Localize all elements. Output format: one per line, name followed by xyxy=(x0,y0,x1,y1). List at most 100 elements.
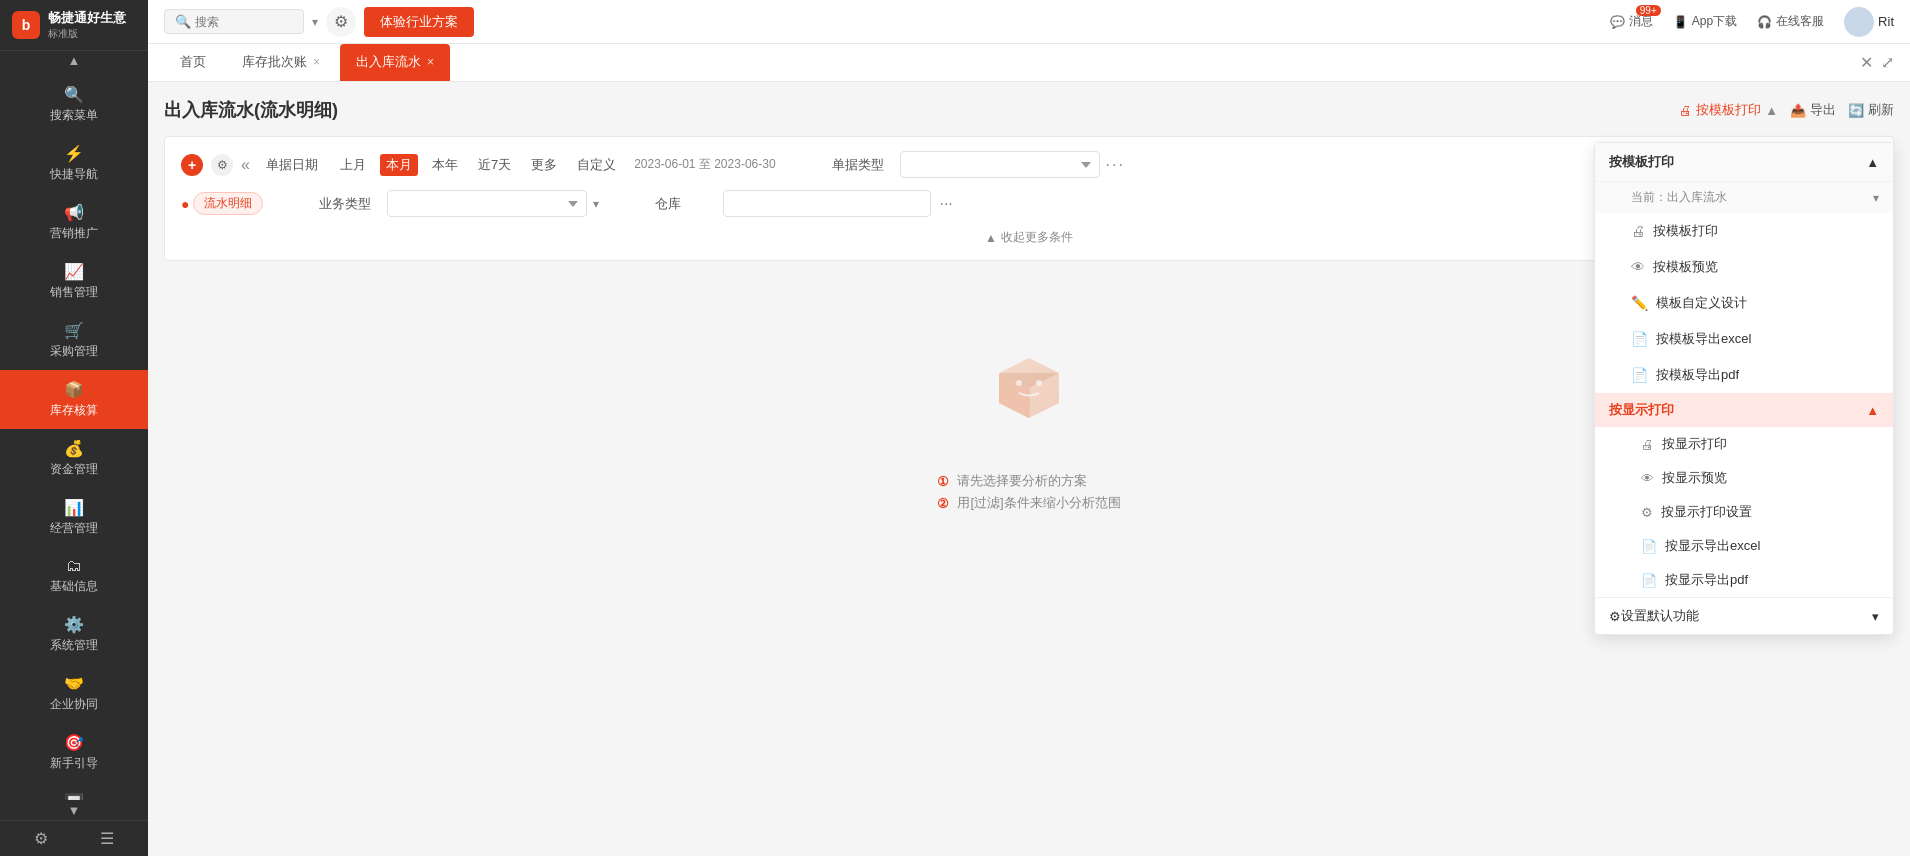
date-custom[interactable]: 自定义 xyxy=(571,154,622,176)
dropdown-item-export-excel-template[interactable]: 📄 按模板导出excel xyxy=(1595,321,1893,357)
sidebar-item-sales[interactable]: 📈 销售管理 xyxy=(0,252,148,311)
svg-point-4 xyxy=(1016,380,1022,386)
dropdown-item-preview[interactable]: 👁 按模板预览 xyxy=(1595,249,1893,285)
search-icon: 🔍 xyxy=(175,14,191,29)
sidebar-item-guide[interactable]: 🎯 新手引导 xyxy=(0,723,148,782)
sidebar-logo: b 畅捷通好生意 标准版 xyxy=(0,0,148,51)
dropdown-display-preview[interactable]: 👁 按显示预览 xyxy=(1595,461,1893,495)
sidebar-item-purchase[interactable]: 🛒 采购管理 xyxy=(0,311,148,370)
tabs-bar: 首页 库存批次账 × 出入库流水 × ✕ ⤢ xyxy=(148,44,1910,82)
filter-collapse-btn[interactable]: « xyxy=(241,156,250,174)
search-input[interactable] xyxy=(195,15,295,29)
dropdown-item-print[interactable]: 🖨 按模板打印 xyxy=(1595,213,1893,249)
quick-nav-icon: ⚡ xyxy=(64,144,84,163)
inventory-icon: 📦 xyxy=(64,380,84,399)
user-avatar-btn[interactable]: Rit xyxy=(1844,7,1894,37)
sidebar-item-operations[interactable]: 📊 经营管理 xyxy=(0,488,148,547)
avatar xyxy=(1844,7,1874,37)
sidebar-item-quick-nav[interactable]: ⚡ 快捷导航 xyxy=(0,134,148,193)
export-icon: 📤 xyxy=(1790,103,1806,118)
dropdown-display-export-pdf[interactable]: 📄 按显示导出pdf xyxy=(1595,563,1893,597)
print-template-btn[interactable]: 🖨 按模板打印 ▲ xyxy=(1679,101,1778,119)
filter-settings-btn[interactable]: ⚙ xyxy=(211,154,233,176)
date-last-7days[interactable]: 近7天 xyxy=(472,154,517,176)
date-this-month[interactable]: 本月 xyxy=(380,154,418,176)
sidebar-item-basics[interactable]: 🗂 基础信息 xyxy=(0,547,148,605)
tab-expand-btn[interactable]: ⤢ xyxy=(1881,53,1894,72)
dropdown-collapse-icon[interactable]: ▲ xyxy=(1866,155,1879,170)
empty-step-2: ② 用[过滤]条件来缩小分析范围 xyxy=(937,494,1120,512)
sidebar-item-app-center[interactable]: 🔲 应用中心 xyxy=(0,782,148,800)
date-this-year[interactable]: 本年 xyxy=(426,154,464,176)
dropdown-display-print[interactable]: 🖨 按显示打印 xyxy=(1595,427,1893,461)
sidebar-scroll-up[interactable]: ▲ xyxy=(0,51,148,71)
message-btn[interactable]: 💬 消息 99+ xyxy=(1610,13,1653,30)
type-more-btn[interactable]: ··· xyxy=(1106,156,1125,174)
filter-add-row: + ⚙ « xyxy=(181,154,250,176)
sidebar-item-inventory[interactable]: 📦 库存核算 xyxy=(0,370,148,429)
type-label: 单据类型 xyxy=(832,156,892,174)
type-select[interactable] xyxy=(900,151,1100,178)
tab-inventory-flow[interactable]: 出入库流水 × xyxy=(340,44,450,81)
display-pdf-icon: 📄 xyxy=(1641,573,1657,588)
search-dropdown-icon[interactable]: ▾ xyxy=(312,15,318,29)
app-download-icon: 📱 xyxy=(1673,15,1688,29)
sidebar-bottom: ⚙ ☰ xyxy=(0,820,148,856)
sidebar: b 畅捷通好生意 标准版 ▲ 🔍 搜索菜单 ⚡ 快捷导航 📢 营销推广 📈 销售… xyxy=(0,0,148,856)
sidebar-menu-btn[interactable]: ☰ xyxy=(100,829,114,848)
dropdown-display-export-excel[interactable]: 📄 按显示导出excel xyxy=(1595,529,1893,563)
message-icon: 💬 xyxy=(1610,15,1625,29)
online-service-btn[interactable]: 🎧 在线客服 xyxy=(1757,13,1824,30)
sidebar-nav: 🔍 搜索菜单 ⚡ 快捷导航 📢 营销推广 📈 销售管理 🛒 采购管理 📦 库存核… xyxy=(0,71,148,800)
header-left: 🔍 ▾ ⚙ 体验行业方案 xyxy=(164,7,474,37)
empty-steps: ① 请先选择要分析的方案 ② 用[过滤]条件来缩小分析范围 xyxy=(937,468,1120,516)
marketing-icon: 📢 xyxy=(64,203,84,222)
page-actions: 🖨 按模板打印 ▲ 📤 导出 🔄 刷新 xyxy=(1679,101,1894,119)
system-icon: ⚙️ xyxy=(64,615,84,634)
sidebar-settings-btn[interactable]: ⚙ xyxy=(34,829,48,848)
finance-icon: 💰 xyxy=(64,439,84,458)
sidebar-item-cooperation[interactable]: 🤝 企业协同 xyxy=(0,664,148,723)
headset-icon: 🎧 xyxy=(1757,15,1772,29)
cooperation-icon: 🤝 xyxy=(64,674,84,693)
header-gear-btn[interactable]: ⚙ xyxy=(326,7,356,37)
tag-icon: ● xyxy=(181,196,189,212)
date-more[interactable]: 更多 xyxy=(525,154,563,176)
sidebar-scroll-down[interactable]: ▼ xyxy=(0,800,148,820)
tab-close-batch-account[interactable]: × xyxy=(313,55,320,69)
tab-close-inventory-flow[interactable]: × xyxy=(427,55,434,69)
sidebar-item-marketing[interactable]: 📢 营销推广 xyxy=(0,193,148,252)
header-right: 💬 消息 99+ 📱 App下载 🎧 在线客服 Rit xyxy=(1610,7,1894,37)
dropdown-display-print-settings[interactable]: ⚙ 按显示打印设置 xyxy=(1595,495,1893,529)
sidebar-item-system[interactable]: ⚙️ 系统管理 xyxy=(0,605,148,664)
warehouse-input[interactable] xyxy=(723,190,931,217)
trial-btn[interactable]: 体验行业方案 xyxy=(364,7,474,37)
tab-home[interactable]: 首页 xyxy=(164,44,222,81)
print-icon: 🖨 xyxy=(1679,103,1692,118)
print-dropdown-panel: 按模板打印 ▲ 当前：出入库流水 ▾ 🖨 按模板打印 👁 按模板预览 ✏️ 模板… xyxy=(1594,142,1894,635)
dropdown-section-display[interactable]: 按显示打印 ▲ xyxy=(1595,393,1893,427)
dropdown-item-export-pdf-template[interactable]: 📄 按模板导出pdf xyxy=(1595,357,1893,393)
sidebar-item-finance[interactable]: 💰 资金管理 xyxy=(0,429,148,488)
filter-add-btn[interactable]: + xyxy=(181,154,203,176)
export-btn[interactable]: 📤 导出 xyxy=(1790,101,1836,119)
business-type-select[interactable] xyxy=(387,190,587,217)
tab-close-all-btn[interactable]: ✕ xyxy=(1860,53,1873,72)
app-download-btn[interactable]: 📱 App下载 xyxy=(1673,13,1737,30)
refresh-btn[interactable]: 🔄 刷新 xyxy=(1848,101,1894,119)
warehouse-more-btn[interactable]: ··· xyxy=(939,195,952,213)
tab-batch-account[interactable]: 库存批次账 × xyxy=(226,44,336,81)
tag-flow-detail[interactable]: 流水明细 xyxy=(193,192,263,215)
filter-tags: ● 流水明细 xyxy=(181,192,263,215)
date-last-month[interactable]: 上月 xyxy=(334,154,372,176)
main-area: 🔍 ▾ ⚙ 体验行业方案 💬 消息 99+ 📱 App下载 🎧 在线客服 xyxy=(148,0,1910,856)
dropdown-item-custom-design[interactable]: ✏️ 模板自定义设计 xyxy=(1595,285,1893,321)
ellipsis-icon: ··· xyxy=(1106,156,1125,174)
sidebar-item-search[interactable]: 🔍 搜索菜单 xyxy=(0,75,148,134)
dropdown-header: 按模板打印 ▲ xyxy=(1595,143,1893,182)
dropdown-footer[interactable]: ⚙ 设置默认功能 ▾ xyxy=(1595,597,1893,634)
svg-point-5 xyxy=(1036,380,1042,386)
sales-icon: 📈 xyxy=(64,262,84,281)
pdf-template-icon: 📄 xyxy=(1631,367,1648,383)
page-header: 出入库流水(流水明细) 🖨 按模板打印 ▲ 📤 导出 🔄 刷新 xyxy=(164,98,1894,122)
